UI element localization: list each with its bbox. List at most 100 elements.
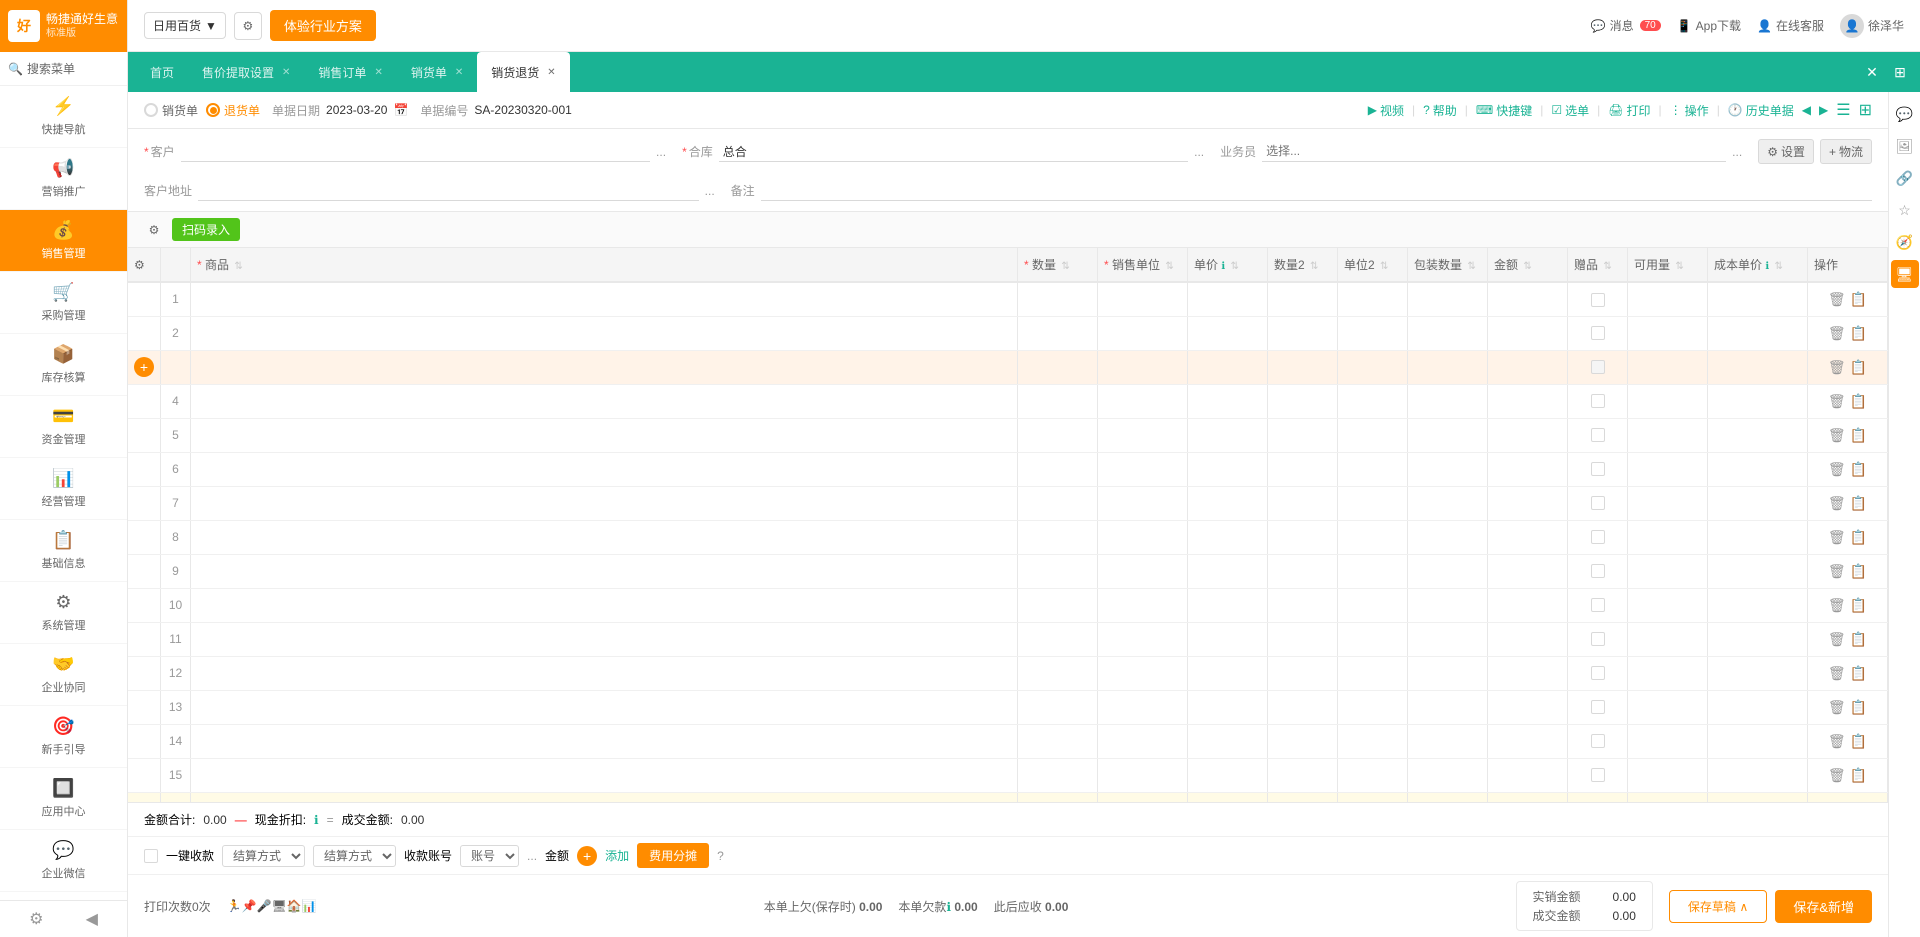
calc-method-select2[interactable]: 结算方式 <box>313 845 396 867</box>
copy-row-btn-6[interactable]: 📋 <box>1850 461 1867 478</box>
copy-row-btn-10[interactable]: 📋 <box>1850 597 1867 614</box>
sidebar-item-wechat[interactable]: 💬 企业微信 <box>0 830 127 892</box>
row-qty-1[interactable] <box>1018 282 1098 316</box>
delete-row-btn-10[interactable]: 🗑 <box>1828 597 1846 614</box>
copy-row-btn-9[interactable]: 📋 <box>1850 563 1867 580</box>
logistics-btn[interactable]: + 物流 <box>1820 139 1872 164</box>
one-key-checkbox[interactable] <box>144 849 158 863</box>
row-unit-1[interactable] <box>1098 282 1188 316</box>
sidebar-item-apps[interactable]: 🔲 应用中心 <box>0 768 127 830</box>
row-unit2-1[interactable] <box>1338 282 1408 316</box>
copy-row-btn-13[interactable]: 📋 <box>1850 699 1867 716</box>
row-available-1[interactable] <box>1628 282 1708 316</box>
tab-close-sales-order[interactable]: ✕ <box>374 67 382 78</box>
save-draft-btn[interactable]: 保存草稿 ∧ <box>1669 890 1767 923</box>
user-menu[interactable]: 👤 徐泽华 <box>1840 14 1904 38</box>
tab-home[interactable]: 首页 <box>136 52 188 92</box>
delete-row-btn-6[interactable]: 🗑 <box>1828 461 1846 478</box>
debt-info-icon[interactable]: ℹ <box>946 900 951 914</box>
doc-action-shortcut[interactable]: ⌨ 快捷键 <box>1476 102 1532 119</box>
quick-img-btn[interactable]: 🖼 <box>1891 132 1919 160</box>
delete-row-btn-9[interactable]: 🗑 <box>1828 563 1846 580</box>
copy-row-btn-1[interactable]: 📋 <box>1850 291 1867 308</box>
prev-doc-btn[interactable]: ◀ <box>1802 103 1811 117</box>
sidebar-item-enterprise[interactable]: 🤝 企业协同 <box>0 644 127 706</box>
tab-sales-order[interactable]: 销售订单 ✕ <box>304 52 396 92</box>
delete-row-btn-7[interactable]: 🗑 <box>1828 495 1846 512</box>
sidebar-collapse-btn[interactable]: ◀ <box>86 909 98 929</box>
copy-row-btn-4[interactable]: 📋 <box>1850 393 1867 410</box>
copy-row-btn-14[interactable]: 📋 <box>1850 733 1867 750</box>
doc-action-select[interactable]: ☑ 选单 <box>1551 102 1589 119</box>
quick-star-btn[interactable]: ☆ <box>1891 196 1919 224</box>
tab-close-price-setting[interactable]: ✕ <box>282 67 290 78</box>
active-row-product-input[interactable] <box>197 360 1011 374</box>
settings-btn[interactable]: ⚙ 设置 <box>1758 139 1814 164</box>
account-select[interactable]: 账号 <box>460 845 519 867</box>
delete-row-btn-8[interactable]: 🗑 <box>1828 529 1846 546</box>
customer-service-btn[interactable]: 👤 在线客服 <box>1757 17 1824 34</box>
doc-action-print[interactable]: 🖨 打印 <box>1608 102 1650 119</box>
delete-row-btn-11[interactable]: 🗑 <box>1828 631 1846 648</box>
delete-row-btn-1[interactable]: 🗑 <box>1828 291 1846 308</box>
copy-row-btn-8[interactable]: 📋 <box>1850 529 1867 546</box>
copy-row-btn-3[interactable]: 📋 <box>1850 359 1867 376</box>
copy-row-btn-5[interactable]: 📋 <box>1850 427 1867 444</box>
scan-btn[interactable]: 扫码录入 <box>172 218 240 241</box>
note-input[interactable] <box>761 180 1872 201</box>
save-new-btn[interactable]: 保存&新增 <box>1775 890 1872 923</box>
delete-row-btn-5[interactable]: 🗑 <box>1828 427 1846 444</box>
copy-row-btn-15[interactable]: 📋 <box>1850 767 1867 784</box>
row-qty2-1[interactable] <box>1268 282 1338 316</box>
sidebar-item-finance[interactable]: 💳 资金管理 <box>0 396 127 458</box>
list-view-btn[interactable]: ☰ <box>1836 100 1850 120</box>
search-menu[interactable]: 🔍 搜索菜单 <box>0 52 127 86</box>
add-payment-btn[interactable]: + <box>577 846 597 866</box>
row-cost-1[interactable] <box>1708 282 1808 316</box>
sidebar-item-purchase[interactable]: 🛒 采购管理 <box>0 272 127 334</box>
salesperson-dots[interactable]: ... <box>1732 145 1742 159</box>
radio-return[interactable]: 退货单 <box>206 102 260 119</box>
sidebar-item-operation[interactable]: 📊 经营管理 <box>0 458 127 520</box>
customer-input[interactable] <box>181 141 650 162</box>
doc-action-operate[interactable]: ⋮ 操作 <box>1670 102 1709 119</box>
copy-row-btn-12[interactable]: 📋 <box>1850 665 1867 682</box>
address-input[interactable] <box>198 180 699 201</box>
table-settings-btn[interactable]: ⚙ <box>144 220 164 240</box>
row-gift-1[interactable] <box>1568 282 1628 316</box>
topbar-settings-btn[interactable]: ⚙ <box>234 12 262 40</box>
quick-link-btn[interactable]: 🔗 <box>1891 164 1919 192</box>
doc-action-history[interactable]: 🕐 历史单据 <box>1728 102 1794 119</box>
sidebar-item-system[interactable]: ⚙ 系统管理 <box>0 582 127 644</box>
row-pack-1[interactable] <box>1408 282 1488 316</box>
address-dots[interactable]: ... <box>705 184 715 198</box>
next-doc-btn[interactable]: ▶ <box>1819 103 1828 117</box>
delete-row-btn-2[interactable]: 🗑 <box>1828 325 1846 342</box>
row-price-1[interactable] <box>1188 282 1268 316</box>
tab-close-sales-delivery[interactable]: ✕ <box>455 67 463 78</box>
warehouse-input[interactable] <box>719 141 1188 162</box>
copy-row-btn-7[interactable]: 📋 <box>1850 495 1867 512</box>
copy-row-btn-11[interactable]: 📋 <box>1850 631 1867 648</box>
app-download-btn[interactable]: 📱 App下载 <box>1677 17 1741 34</box>
quick-nav-btn[interactable]: 🧭 <box>1891 228 1919 256</box>
calendar-icon[interactable]: 📅 <box>393 103 408 117</box>
industry-selector[interactable]: 日用百货 ▼ <box>144 12 226 39</box>
sidebar-item-newguide[interactable]: 🎯 新手引导 <box>0 706 127 768</box>
sidebar-item-marketing[interactable]: 📢 营销推广 <box>0 148 127 210</box>
quick-screen-btn[interactable]: 🖥 <box>1891 260 1919 288</box>
delete-row-btn-15[interactable]: 🗑 <box>1828 767 1846 784</box>
sidebar-settings-btn[interactable]: ⚙ <box>29 909 43 929</box>
tab-sales-delivery[interactable]: 销货单 ✕ <box>397 52 477 92</box>
fee-btn[interactable]: 费用分摊 <box>637 843 709 868</box>
message-btn[interactable]: 💬 消息 70 <box>1591 17 1661 34</box>
sidebar-item-sales[interactable]: 💰 销售管理 <box>0 210 127 272</box>
delete-row-btn-14[interactable]: 🗑 <box>1828 733 1846 750</box>
grid-view-btn[interactable]: ⊞ <box>1859 100 1872 120</box>
close-tab-btn[interactable]: ✕ <box>1860 60 1884 84</box>
add-row-btn[interactable]: + <box>134 357 154 377</box>
trial-btn[interactable]: 体验行业方案 <box>270 10 376 41</box>
warehouse-dots[interactable]: ... <box>1194 145 1204 159</box>
doc-action-video[interactable]: ▶ 视频 <box>1368 102 1404 119</box>
tab-price-setting[interactable]: 售价提取设置 ✕ <box>188 52 304 92</box>
